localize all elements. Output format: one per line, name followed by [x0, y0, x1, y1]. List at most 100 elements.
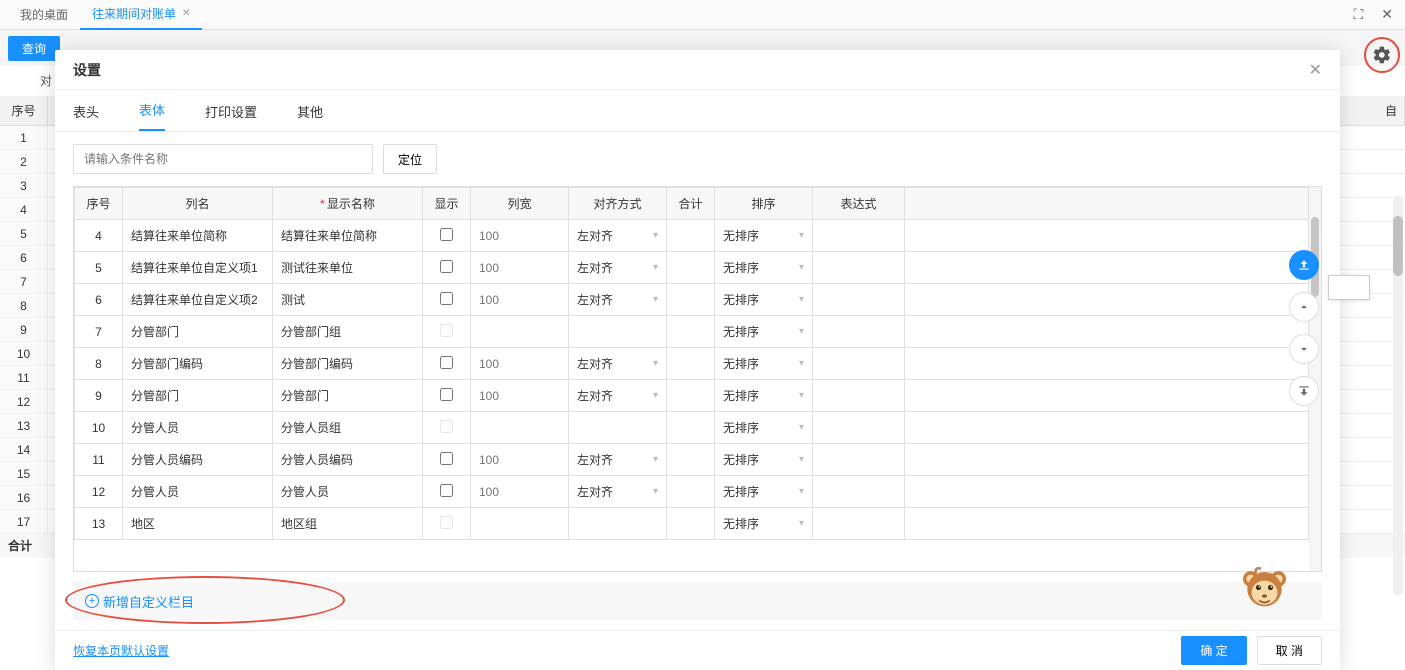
- cell-display-name[interactable]: 分管部门编码: [273, 348, 423, 380]
- table-row[interactable]: 5结算往来单位自定义项1测试往来单位左对齐▾无排序▾: [75, 252, 1309, 284]
- cell-filler: [905, 348, 1309, 380]
- cell-display-name[interactable]: 地区组: [273, 508, 423, 540]
- cell-align: 左对齐▾: [569, 220, 667, 252]
- cell-column-name: 地区: [123, 508, 273, 540]
- move-up-button[interactable]: [1289, 292, 1319, 322]
- table-row[interactable]: 9分管部门分管部门左对齐▾无排序▾: [75, 380, 1309, 412]
- cell-expression[interactable]: [813, 444, 905, 476]
- bg-scrollbar[interactable]: [1393, 196, 1403, 596]
- query-button[interactable]: 查询: [8, 36, 60, 61]
- cell-display-name[interactable]: 分管部门: [273, 380, 423, 412]
- restore-defaults-link[interactable]: 恢复本页默认设置: [73, 642, 169, 659]
- show-checkbox[interactable]: [440, 260, 453, 273]
- width-input[interactable]: [479, 389, 560, 403]
- table-row[interactable]: 13地区地区组无排序▾: [75, 508, 1309, 540]
- cell-width: [471, 316, 569, 348]
- bg-row-number: 5: [0, 222, 48, 245]
- monkey-mascot-icon[interactable]: [1237, 560, 1292, 615]
- modal-close-button[interactable]: ✕: [1309, 60, 1322, 80]
- search-input[interactable]: [73, 144, 373, 174]
- sort-select[interactable]: 无排序▾: [723, 515, 804, 532]
- align-select[interactable]: 左对齐▾: [577, 483, 658, 500]
- cell-sort: 无排序▾: [715, 348, 813, 380]
- cell-expression[interactable]: [813, 380, 905, 412]
- width-input[interactable]: [479, 261, 560, 275]
- modal-title: 设置: [73, 60, 101, 80]
- gear-icon[interactable]: [1372, 45, 1392, 65]
- width-input[interactable]: [479, 229, 560, 243]
- sort-select[interactable]: 无排序▾: [723, 291, 804, 308]
- add-custom-row: + 新增自定义栏目: [73, 582, 1322, 620]
- cell-sum: [667, 348, 715, 380]
- align-select[interactable]: 左对齐▾: [577, 451, 658, 468]
- tab-desktop[interactable]: 我的桌面: [8, 0, 80, 30]
- table-row[interactable]: 6结算往来单位自定义项2测试左对齐▾无排序▾: [75, 284, 1309, 316]
- align-select[interactable]: 左对齐▾: [577, 291, 658, 308]
- grid-col-name: 列名: [123, 188, 273, 220]
- table-row[interactable]: 10分管人员分管人员组无排序▾: [75, 412, 1309, 444]
- align-select[interactable]: 左对齐▾: [577, 259, 658, 276]
- cell-seq: 4: [75, 220, 123, 252]
- sort-select[interactable]: 无排序▾: [723, 483, 804, 500]
- cell-expression[interactable]: [813, 316, 905, 348]
- move-down-button[interactable]: [1289, 334, 1319, 364]
- show-checkbox[interactable]: [440, 228, 453, 241]
- tab-statement[interactable]: 往来期间对账单 ✕: [80, 0, 202, 30]
- cell-sort: 无排序▾: [715, 284, 813, 316]
- table-row[interactable]: 7分管部门分管部门组无排序▾: [75, 316, 1309, 348]
- align-select[interactable]: 左对齐▾: [577, 355, 658, 372]
- cell-display-name[interactable]: 分管人员: [273, 476, 423, 508]
- tab-other[interactable]: 其他: [297, 102, 323, 131]
- tab-print[interactable]: 打印设置: [205, 102, 257, 131]
- sort-select[interactable]: 无排序▾: [723, 419, 804, 436]
- show-checkbox[interactable]: [440, 452, 453, 465]
- align-select[interactable]: 左对齐▾: [577, 387, 658, 404]
- align-select[interactable]: 左对齐▾: [577, 227, 658, 244]
- bg-scrollbar-thumb[interactable]: [1393, 216, 1403, 276]
- cell-sum: [667, 220, 715, 252]
- sort-select[interactable]: 无排序▾: [723, 451, 804, 468]
- cell-expression[interactable]: [813, 252, 905, 284]
- table-row[interactable]: 8分管部门编码分管部门编码左对齐▾无排序▾: [75, 348, 1309, 380]
- fullscreen-icon[interactable]: ⛶: [1349, 4, 1367, 25]
- cell-display-name[interactable]: 测试: [273, 284, 423, 316]
- sort-select[interactable]: 无排序▾: [723, 323, 804, 340]
- move-bottom-button[interactable]: [1289, 376, 1319, 406]
- show-checkbox[interactable]: [440, 388, 453, 401]
- cell-expression[interactable]: [813, 348, 905, 380]
- cancel-button[interactable]: 取 消: [1257, 636, 1322, 665]
- sort-select[interactable]: 无排序▾: [723, 227, 804, 244]
- cell-expression[interactable]: [813, 508, 905, 540]
- cell-display-name[interactable]: 测试往来单位: [273, 252, 423, 284]
- sort-select[interactable]: 无排序▾: [723, 355, 804, 372]
- tab-header[interactable]: 表头: [73, 102, 99, 131]
- show-checkbox[interactable]: [440, 356, 453, 369]
- move-top-button[interactable]: 置顶: [1289, 250, 1319, 280]
- width-input[interactable]: [479, 357, 560, 371]
- sort-select[interactable]: 无排序▾: [723, 259, 804, 276]
- table-row[interactable]: 4结算往来单位简称结算往来单位简称左对齐▾无排序▾: [75, 220, 1309, 252]
- locate-button[interactable]: 定位: [383, 144, 437, 174]
- cell-display-name[interactable]: 结算往来单位简称: [273, 220, 423, 252]
- table-row[interactable]: 11分管人员编码分管人员编码左对齐▾无排序▾: [75, 444, 1309, 476]
- width-input[interactable]: [479, 453, 560, 467]
- table-row[interactable]: 12分管人员分管人员左对齐▾无排序▾: [75, 476, 1309, 508]
- width-input[interactable]: [479, 485, 560, 499]
- ok-button[interactable]: 确 定: [1181, 636, 1246, 665]
- cell-expression[interactable]: [813, 476, 905, 508]
- sort-select[interactable]: 无排序▾: [723, 387, 804, 404]
- close-icon[interactable]: ✕: [182, 0, 190, 29]
- cell-display-name[interactable]: 分管部门组: [273, 316, 423, 348]
- cell-expression[interactable]: [813, 412, 905, 444]
- bg-col-seq: 序号: [0, 96, 48, 125]
- show-checkbox[interactable]: [440, 292, 453, 305]
- width-input[interactable]: [479, 293, 560, 307]
- cell-expression[interactable]: [813, 284, 905, 316]
- cell-expression[interactable]: [813, 220, 905, 252]
- cell-display-name[interactable]: 分管人员组: [273, 412, 423, 444]
- add-custom-column-link[interactable]: + 新增自定义栏目: [85, 592, 194, 611]
- show-checkbox[interactable]: [440, 484, 453, 497]
- cell-display-name[interactable]: 分管人员编码: [273, 444, 423, 476]
- window-close-icon[interactable]: ✕: [1377, 4, 1397, 25]
- tab-body[interactable]: 表体: [139, 100, 165, 131]
